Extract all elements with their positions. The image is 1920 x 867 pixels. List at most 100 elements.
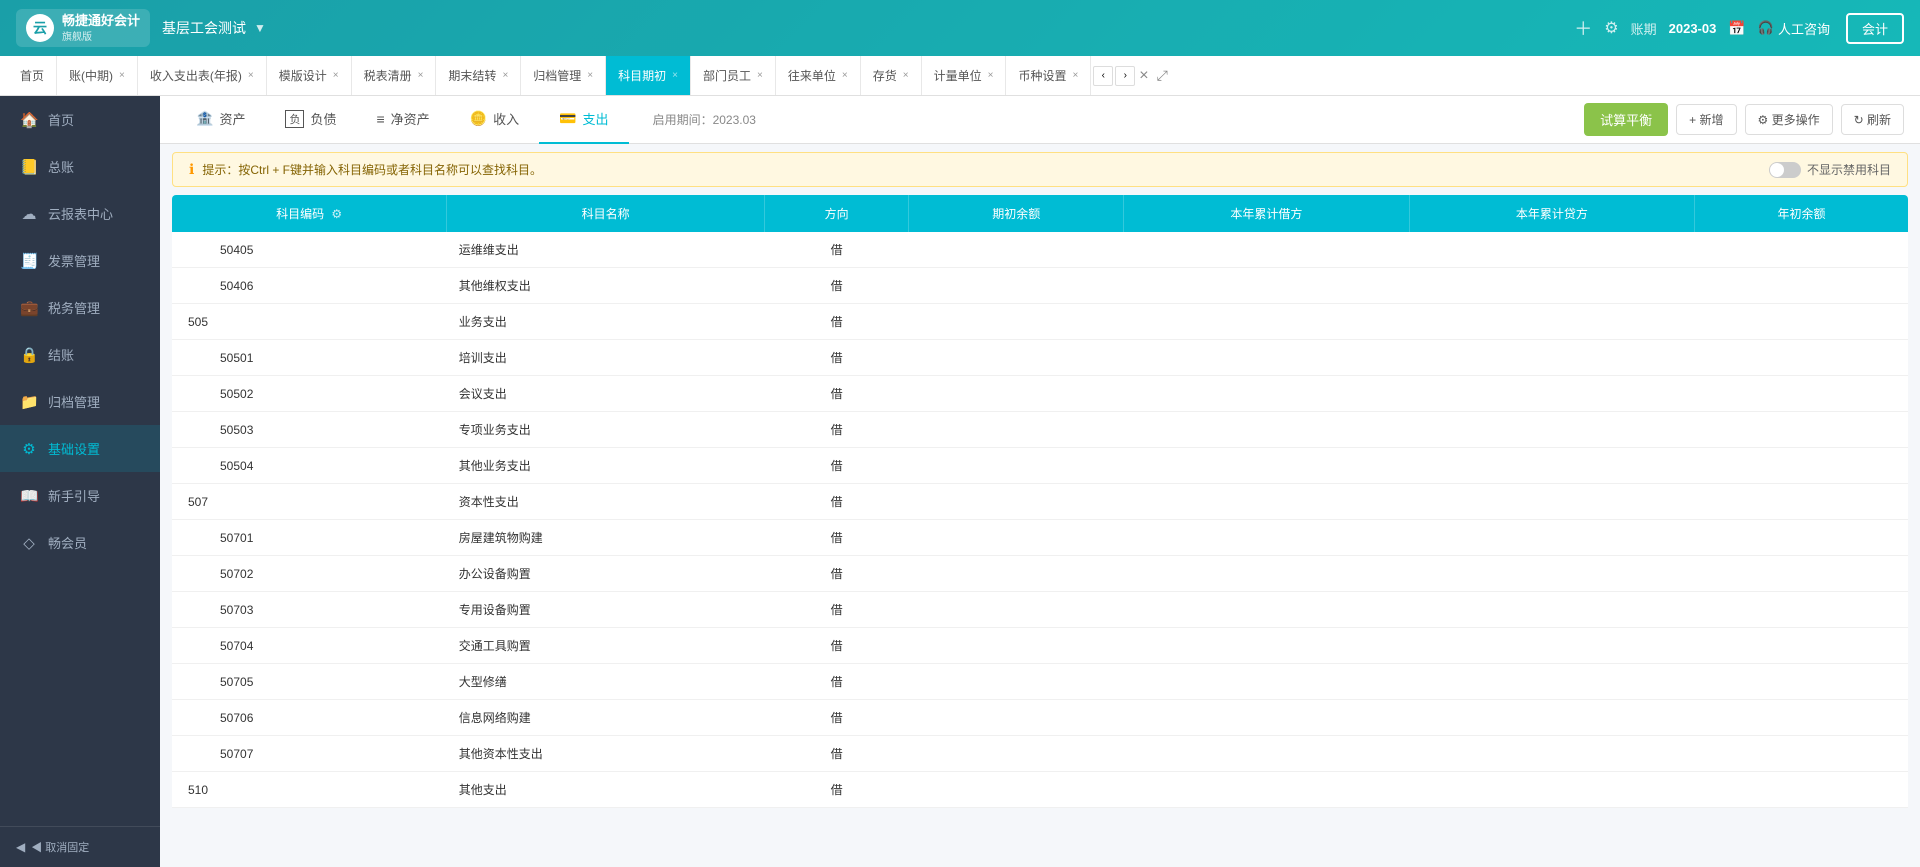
table-row[interactable]: 507资本性支出借 [172,484,1908,520]
table-row[interactable]: 50702办公设备购置借 [172,556,1908,592]
tab-mid-period[interactable]: 账(中期) × [57,56,138,96]
sub-tab-expense[interactable]: 💳 支出 [539,96,628,144]
sidebar-item-closing[interactable]: 🔒 结账 [0,331,160,378]
add-button[interactable]: + 新增 [1676,104,1736,135]
tab-close-icon[interactable]: × [1072,70,1078,81]
cell-debit-ytd [1124,484,1409,520]
tab-currency[interactable]: 币种设置 × [1006,56,1091,96]
cell-name: 培训支出 [447,340,765,376]
tab-close-icon[interactable]: × [842,70,848,81]
table-row[interactable]: 50503专项业务支出借 [172,412,1908,448]
tab-period-end[interactable]: 期末结转 × [436,56,521,96]
subject-table: 科目编码 ⚙ 科目名称 方向 期初余额 本年累计借方 本年累计贷方 年初余额 5… [172,195,1908,808]
tab-subject-init[interactable]: 科目期初 × [606,56,691,96]
tab-close-icon[interactable]: × [418,70,424,81]
headset-icon: 🎧 [1758,20,1774,36]
table-row[interactable]: 505业务支出借 [172,304,1908,340]
cell-credit-ytd [1409,520,1694,556]
cell-code: 50405 [172,232,447,268]
account-button[interactable]: 会计 [1846,13,1904,44]
tab-tax[interactable]: 税表清册 × [352,56,437,96]
cell-direction: 借 [765,736,909,772]
tab-close-icon[interactable]: × [333,70,339,81]
hint-bar: ℹ 提示：按Ctrl + F键并输入科目编码或者科目名称可以查找科目。 不显示禁… [172,152,1908,187]
tab-template[interactable]: 模版设计 × [267,56,352,96]
sub-tab-income[interactable]: 🪙 收入 [450,96,539,144]
collapse-label: ◀ 取消固定 [31,839,89,855]
tab-income-annual[interactable]: 收入支出表(年报) × [138,56,267,96]
cell-year-begin [1695,592,1908,628]
app-logo[interactable]: 云 畅捷通好会计 旗舰版 [16,9,150,48]
tab-expand-button[interactable]: ⤢ [1153,67,1172,84]
table-row[interactable]: 50406其他维权支出借 [172,268,1908,304]
period-calendar-icon[interactable]: 📅 [1728,20,1745,37]
sidebar-item-ledger[interactable]: 📒 总账 [0,143,160,190]
cell-direction: 借 [765,340,909,376]
tab-close-icon[interactable]: × [248,70,254,81]
cell-name: 交通工具购置 [447,628,765,664]
tab-close-icon[interactable]: × [903,70,909,81]
cell-name: 运维维支出 [447,232,765,268]
cell-direction: 借 [765,664,909,700]
tab-close-icon[interactable]: × [757,70,763,81]
tab-close-icon[interactable]: × [502,70,508,81]
tab-unit[interactable]: 计量单位 × [922,56,1007,96]
table-row[interactable]: 510其他支出借 [172,772,1908,808]
app-logo-text-wrap: 畅捷通好会计 旗舰版 [62,13,140,44]
add-company-button[interactable]: ＋ [1574,15,1592,41]
cell-name: 办公设备购置 [447,556,765,592]
company-dropdown-icon[interactable]: ▼ [254,21,266,35]
tab-dept-employee[interactable]: 部门员工 × [691,56,776,96]
cell-balance [909,736,1124,772]
settings-icon[interactable]: ⚙ [1604,18,1618,38]
sidebar-item-settings[interactable]: ⚙ 基础设置 [0,425,160,472]
sidebar-item-archive[interactable]: 📁 归档管理 [0,378,160,425]
refresh-button[interactable]: ↻ 刷新 [1841,104,1904,135]
cell-balance [909,700,1124,736]
tab-home[interactable]: 首页 [8,56,57,96]
table-row[interactable]: 50703专用设备购置借 [172,592,1908,628]
tab-close-icon[interactable]: × [672,70,678,81]
help-button[interactable]: 🎧 人工咨询 [1758,19,1830,38]
table-row[interactable]: 50704交通工具购置借 [172,628,1908,664]
toggle-disabled-switch[interactable] [1769,162,1801,178]
tab-contacts[interactable]: 往来单位 × [776,56,861,96]
tab-close-icon[interactable]: × [119,70,125,81]
col-settings-icon[interactable]: ⚙ [331,207,342,221]
table-row[interactable]: 50405运维维支出借 [172,232,1908,268]
table-wrap: 科目编码 ⚙ 科目名称 方向 期初余额 本年累计借方 本年累计贷方 年初余额 5… [172,195,1908,855]
table-row[interactable]: 50705大型修缮借 [172,664,1908,700]
cell-name: 其他支出 [447,772,765,808]
sidebar-item-guide[interactable]: 📖 新手引导 [0,472,160,519]
col-debit-ytd: 本年累计借方 [1124,195,1409,232]
table-row[interactable]: 50501培训支出借 [172,340,1908,376]
table-row[interactable]: 50701房屋建筑物购建借 [172,520,1908,556]
cell-year-begin [1695,736,1908,772]
tab-inventory[interactable]: 存货 × [861,56,922,96]
sidebar-collapse-button[interactable]: ◀ ◀ 取消固定 [16,839,144,855]
sidebar-item-home[interactable]: 🏠 首页 [0,96,160,143]
table-row[interactable]: 50706信息网络购建借 [172,700,1908,736]
sidebar-item-report[interactable]: ☁ 云报表中心 [0,190,160,237]
sub-tab-asset[interactable]: 🏦 资产 [176,96,265,144]
sidebar-item-invoice[interactable]: 🧾 发票管理 [0,237,160,284]
tab-close-all-button[interactable]: × [1135,67,1152,85]
table-row[interactable]: 50502会议支出借 [172,376,1908,412]
cell-year-begin [1695,664,1908,700]
tab-close-icon[interactable]: × [988,70,994,81]
tab-archive[interactable]: 归档管理 × [521,56,606,96]
tab-prev-button[interactable]: ‹ [1093,66,1113,86]
cell-code: 50703 [172,592,447,628]
cell-code: 50707 [172,736,447,772]
sub-tab-liability[interactable]: 负 负债 [265,96,356,144]
table-row[interactable]: 50707其他资本性支出借 [172,736,1908,772]
sidebar-item-member[interactable]: ◇ 畅会员 [0,519,160,566]
more-button[interactable]: ⚙ 更多操作 [1745,104,1833,135]
tab-next-button[interactable]: › [1115,66,1135,86]
tab-close-icon[interactable]: × [587,70,593,81]
sidebar-item-tax[interactable]: 💼 税务管理 [0,284,160,331]
balance-button[interactable]: 试算平衡 [1584,103,1668,136]
cell-direction: 借 [765,628,909,664]
sub-tab-equity[interactable]: ≡ 净资产 [356,96,449,144]
table-row[interactable]: 50504其他业务支出借 [172,448,1908,484]
